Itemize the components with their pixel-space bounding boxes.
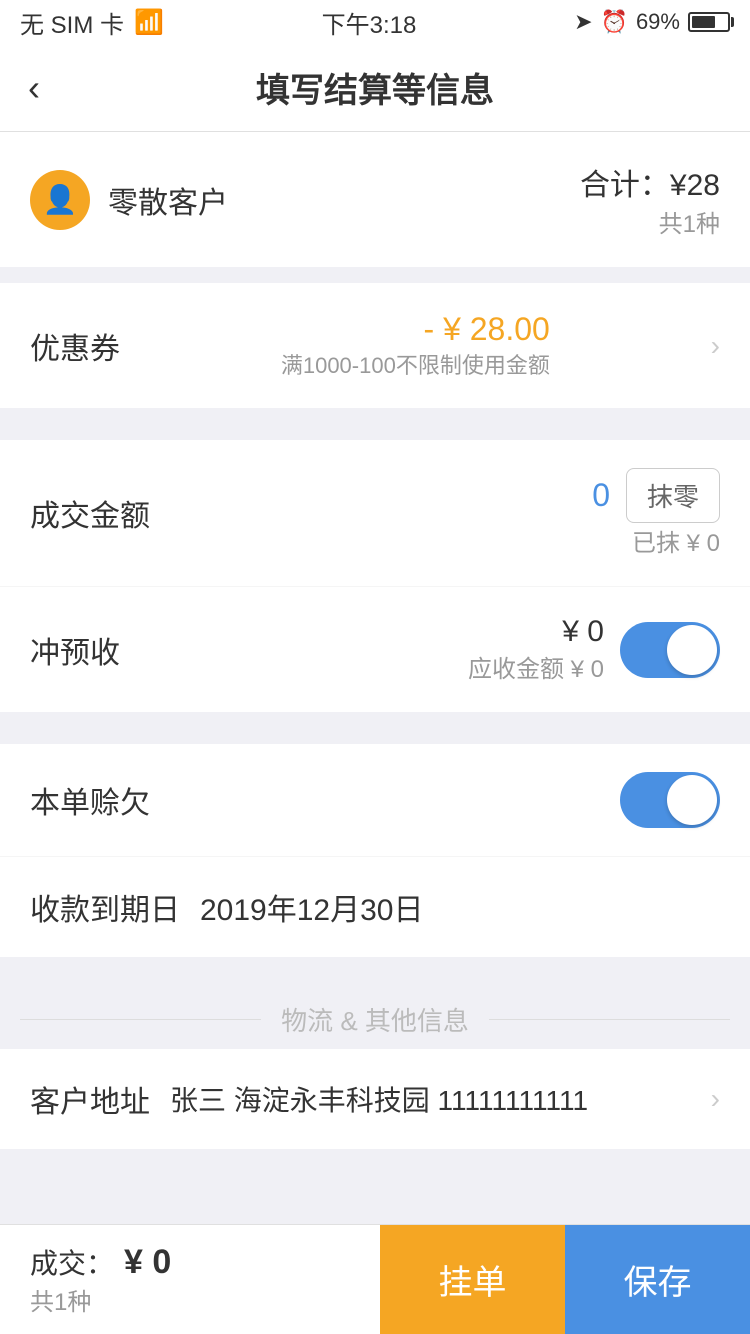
location-icon: ➤ [574,9,592,35]
customer-right: 合计：¥28 共1种 [580,160,720,239]
battery-icon [688,12,730,32]
bottom-deal: 成交： ¥ 0 [30,1242,350,1282]
address-label: 客户地址 [30,1077,150,1121]
deal-amount-row: 成交金额 0 抹零 已抹 ¥ 0 [0,440,750,587]
chong-right: ¥ 0 应收金额 ¥ 0 [468,615,720,684]
toggle-knob [667,625,717,675]
avatar-icon: 👤 [43,183,78,216]
chong-label: 冲预收 [30,628,120,672]
status-time: 下午3:18 [322,5,417,40]
address-row[interactable]: 客户地址 张三 海淀永丰科技园 11111111111 › [0,1049,750,1149]
bottom-summary: 成交： ¥ 0 共1种 [0,1242,380,1317]
logistics-divider: 物流 & 其他信息 [0,989,750,1049]
deal-amount-col: 0 抹零 已抹 ¥ 0 [592,468,720,558]
section-divider-2 [0,728,750,744]
bottom-deal-price: ¥ 0 [124,1243,171,1282]
bottom-count: 共1种 [30,1282,350,1317]
debit-row: 本单赊欠 [0,744,750,857]
chong-toggle[interactable] [620,622,720,678]
chong-amounts: ¥ 0 应收金额 ¥ 0 [468,615,604,684]
customer-name: 零散客户 [108,178,228,222]
network-indicator: 无 SIM 卡 [20,5,124,40]
coupon-section[interactable]: 优惠券 - ¥ 28.00 满1000-100不限制使用金额 › [0,283,750,408]
chevron-right-icon: › [711,330,720,362]
coupon-desc: 满1000-100不限制使用金额 [281,348,550,380]
debit-toggle-knob [667,775,717,825]
chong-main-amount: ¥ 0 [468,615,604,649]
logistics-text: 物流 & 其他信息 [281,1001,469,1038]
status-bar: 无 SIM 卡 📶 下午3:18 ➤ ⏰ 69% [0,0,750,44]
deal-amount-section: 成交金额 0 抹零 已抹 ¥ 0 冲预收 ¥ 0 应收金额 ¥ 0 [0,440,750,712]
debit-label: 本单赊欠 [30,778,150,822]
hold-button[interactable]: 挂单 [380,1225,565,1334]
bottom-deal-label: 成交： [30,1242,114,1282]
status-right: ➤ ⏰ 69% [574,9,730,35]
customer-left: 👤 零散客户 [30,170,228,230]
section-divider-3 [0,973,750,989]
section-divider-1 [0,424,750,440]
deal-amount-label: 成交金额 [30,491,150,535]
total-price: 合计：¥28 [580,160,720,204]
address-value: 张三 海淀永丰科技园 11111111111 [170,1079,711,1119]
logistics-line-right [489,1019,730,1020]
coupon-right: - ¥ 28.00 满1000-100不限制使用金额 [281,311,550,380]
logistics-line-left [20,1019,261,1020]
back-button[interactable]: ‹ [28,67,40,109]
deal-amount-value[interactable]: 0 [592,477,610,514]
save-button[interactable]: 保存 [565,1225,750,1334]
avatar: 👤 [30,170,90,230]
bottom-bar: 成交： ¥ 0 共1种 挂单 保存 [0,1224,750,1334]
debit-toggle[interactable] [620,772,720,828]
page-title: 填写结算等信息 [256,63,494,112]
status-left: 无 SIM 卡 📶 [20,5,164,40]
coupon-discount: - ¥ 28.00 [281,311,550,348]
chong-sub-amount: 应收金额 ¥ 0 [468,649,604,684]
customer-section: 👤 零散客户 合计：¥28 共1种 [0,132,750,267]
amount-top-row: 0 抹零 [592,468,720,523]
chong-prereceive-row: 冲预收 ¥ 0 应收金额 ¥ 0 [0,587,750,712]
coupon-row[interactable]: 优惠券 - ¥ 28.00 满1000-100不限制使用金额 › [0,283,750,408]
due-date-row: 收款到期日 2019年12月30日 [0,857,750,957]
customer-row: 👤 零散客户 合计：¥28 共1种 [0,132,750,267]
battery-percent: 69% [636,9,680,35]
due-date-value[interactable]: 2019年12月30日 [200,885,423,929]
due-date-label: 收款到期日 [30,885,180,929]
debit-section: 本单赊欠 收款到期日 2019年12月30日 [0,744,750,957]
wifi-icon: 📶 [134,8,164,37]
total-count: 共1种 [580,204,720,239]
content: 👤 零散客户 合计：¥28 共1种 优惠券 - ¥ 28.00 满1000-10… [0,132,750,1285]
address-section[interactable]: 客户地址 张三 海淀永丰科技园 11111111111 › [0,1049,750,1149]
coupon-label: 优惠券 [30,324,120,368]
round-zero-button[interactable]: 抹零 [626,468,720,523]
alarm-icon: ⏰ [601,9,628,35]
deal-amount-sub: 已抹 ¥ 0 [632,523,720,558]
nav-bar: ‹ 填写结算等信息 [0,44,750,132]
address-chevron-icon: › [711,1083,720,1115]
